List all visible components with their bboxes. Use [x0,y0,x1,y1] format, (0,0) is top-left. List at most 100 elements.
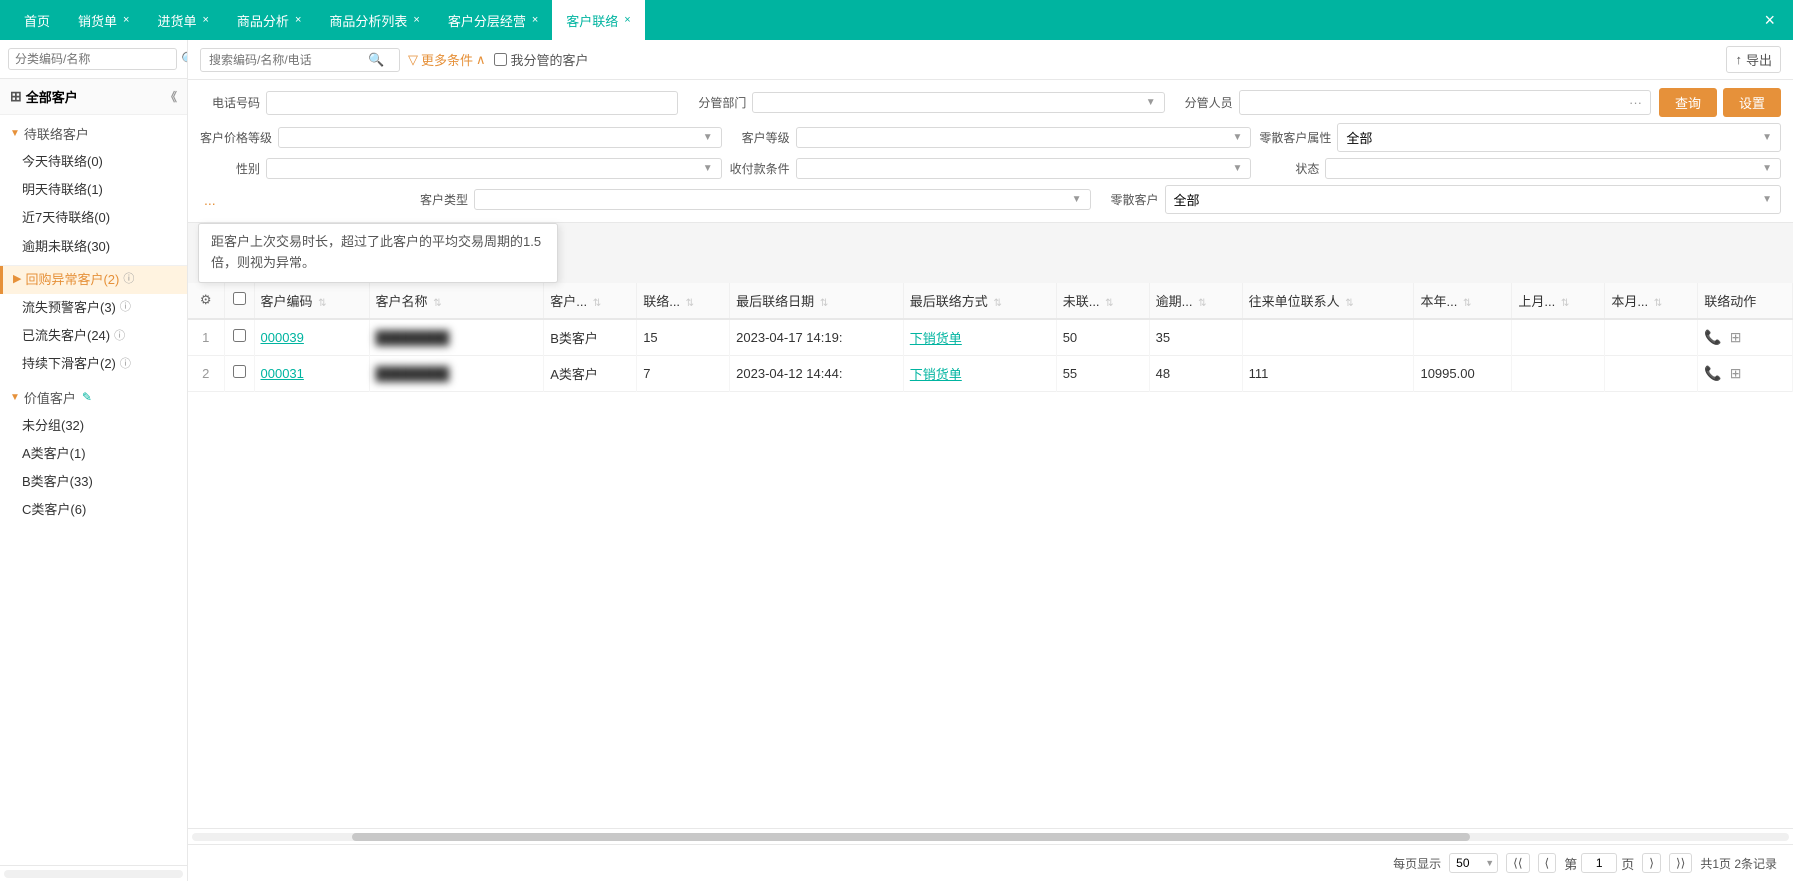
th-current-year: 本年... ⇅ [1414,283,1512,319]
sidebar-item-declining[interactable]: 持续下滑客户(2) ⓘ [0,350,187,378]
gender-select[interactable]: ▼ [266,158,722,179]
sort-icon[interactable]: ⇅ [433,298,441,309]
query-button[interactable]: 查询 [1659,88,1717,117]
close-icon[interactable]: × [123,14,129,26]
sort-icon[interactable]: ⇅ [1345,298,1353,309]
sidebar-item-lost-preview[interactable]: 流失预警客户(3) ⓘ [0,294,187,322]
customer-type-select[interactable]: ▼ [474,189,1091,210]
chevron-up-icon: ∧ [476,52,486,68]
sort-icon[interactable]: ⇅ [1463,298,1471,309]
th-contact-person: 往来单位联系人 ⇅ [1242,283,1414,319]
sort-icon[interactable]: ⇅ [1105,298,1113,309]
my-customer-checkbox[interactable] [494,53,507,66]
row-checkbox-1[interactable] [233,329,246,342]
th-customer-type: 客户... ⇅ [544,283,637,319]
table-area[interactable]: ⚙ 客户编码 ⇅ 客户名称 ⇅ [188,283,1793,828]
th-overdue: 逾期... ⇅ [1149,283,1242,319]
sidebar-item-repurchase-anomaly[interactable]: ▶ 回购异常客户(2) ⓘ [0,266,187,294]
sidebar-item-c-class[interactable]: C类客户(6) [0,496,187,524]
tab-home[interactable]: 首页 [10,0,64,40]
horizontal-scrollbar[interactable] [188,828,1793,844]
sidebar-item-a-class[interactable]: A类客户(1) [0,440,187,468]
window-close-button[interactable]: × [1756,10,1783,31]
tab-sales-order[interactable]: 销货单 × [64,0,143,40]
sidebar-item-already-lost[interactable]: 已流失客户(24) ⓘ [0,322,187,350]
scroll-thumb[interactable] [352,833,1470,841]
close-icon[interactable]: × [413,14,419,26]
row-checkbox-2[interactable] [233,365,246,378]
pending-group-title[interactable]: ▼ 待联络客户 [0,119,187,148]
th-settings[interactable]: ⚙ [188,283,224,319]
collapse-icon[interactable]: 《 [165,88,177,105]
td-checkbox-1[interactable] [224,319,254,356]
close-icon[interactable]: × [295,14,301,26]
td-code-2[interactable]: 000031 [254,355,369,391]
retail-attr-select[interactable]: 全部 ▼ [1337,123,1781,152]
sort-icon[interactable]: ⇅ [993,298,1001,309]
search-icon[interactable]: 🔍 [368,52,384,68]
phone-action-icon[interactable]: 📞 [1704,329,1721,346]
td-method-1[interactable]: 下销货单 [903,319,1056,356]
sort-icon[interactable]: ⇅ [686,298,694,309]
sort-icon[interactable]: ⇅ [820,298,828,309]
scroll-track[interactable] [192,833,1789,841]
sidebar-search-icon[interactable]: 🔍 [181,51,188,68]
manager-select[interactable]: ··· [1239,90,1651,115]
info-icon-3: ⓘ [114,329,125,344]
more-dots[interactable]: ... [200,192,220,208]
pending-group: ▼ 待联络客户 今天待联络(0) 明天待联络(1) 近7天待联络(0) 逾期未联… [0,115,187,266]
sidebar-item-today[interactable]: 今天待联络(0) [0,148,187,176]
last-page-btn[interactable]: ⟩⟩ [1669,853,1692,873]
page-input[interactable] [1581,853,1617,873]
my-customer-toggle[interactable]: 我分管的客户 [494,50,589,69]
edit-icon[interactable]: ✎ [82,390,92,404]
sort-icon[interactable]: ⇅ [1561,298,1569,309]
per-page-select[interactable]: 50 100 200 [1449,853,1498,873]
sidebar-scrollbar[interactable] [4,870,183,878]
retail-customer-select[interactable]: 全部 ▼ [1165,185,1782,214]
sort-icon[interactable]: ⇅ [318,298,326,309]
first-page-btn[interactable]: ⟨⟨ [1506,853,1529,873]
sort-icon[interactable]: ⇅ [1654,298,1662,309]
more-conditions-btn[interactable]: ▽ 更多条件 ∧ [408,50,486,69]
td-date-1: 2023-04-17 14:19: [730,319,904,356]
price-level-select[interactable]: ▼ [278,127,722,148]
close-icon[interactable]: × [532,14,538,26]
phone-action-icon-2[interactable]: 📞 [1704,365,1721,382]
td-code-1[interactable]: 000039 [254,319,369,356]
tab-product-analysis-list[interactable]: 商品分析列表 × [315,0,433,40]
sidebar-item-ungroup[interactable]: 未分组(32) [0,412,187,440]
filter-row-1: 电话号码 分管部门 ▼ 分管人员 ··· [200,88,1781,117]
settings-button[interactable]: 设置 [1723,88,1781,117]
tab-customer-segments[interactable]: 客户分层经营 × [434,0,552,40]
customer-level-select[interactable]: ▼ [796,127,1252,148]
sidebar-item-b-class[interactable]: B类客户(33) [0,468,187,496]
status-select[interactable]: ▼ [1325,158,1781,179]
select-all-checkbox[interactable] [233,292,246,305]
value-group-title[interactable]: ▼ 价值客户 ✎ [0,383,187,412]
sort-icon[interactable]: ⇅ [1198,298,1206,309]
phone-input[interactable] [266,91,678,115]
more-action-icon[interactable]: ⊞ [1730,329,1742,346]
sort-icon[interactable]: ⇅ [593,298,601,309]
search-input[interactable] [209,53,364,67]
td-checkbox-2[interactable] [224,355,254,391]
close-icon[interactable]: × [202,14,208,26]
tab-purchase-order[interactable]: 进货单 × [143,0,222,40]
tab-product-analysis[interactable]: 商品分析 × [223,0,315,40]
export-button[interactable]: ↑ 导出 [1726,46,1781,73]
th-checkbox[interactable] [224,283,254,319]
all-customers-header[interactable]: ⊞ 全部客户 《 [0,79,187,115]
prev-page-btn[interactable]: ⟨ [1538,853,1557,873]
tab-customer-contact[interactable]: 客户联络 × [552,0,644,40]
payment-select[interactable]: ▼ [796,158,1252,179]
td-method-2[interactable]: 下销货单 [903,355,1056,391]
next-page-btn[interactable]: ⟩ [1642,853,1661,873]
sidebar-search-input[interactable] [8,48,177,70]
more-action-icon-2[interactable]: ⊞ [1730,365,1742,382]
sidebar-item-tomorrow[interactable]: 明天待联络(1) [0,176,187,204]
close-icon[interactable]: × [624,14,630,26]
sidebar-item-overdue[interactable]: 逾期未联络(30) [0,233,187,261]
dept-select[interactable]: ▼ [752,92,1164,113]
sidebar-item-7days[interactable]: 近7天待联络(0) [0,204,187,232]
